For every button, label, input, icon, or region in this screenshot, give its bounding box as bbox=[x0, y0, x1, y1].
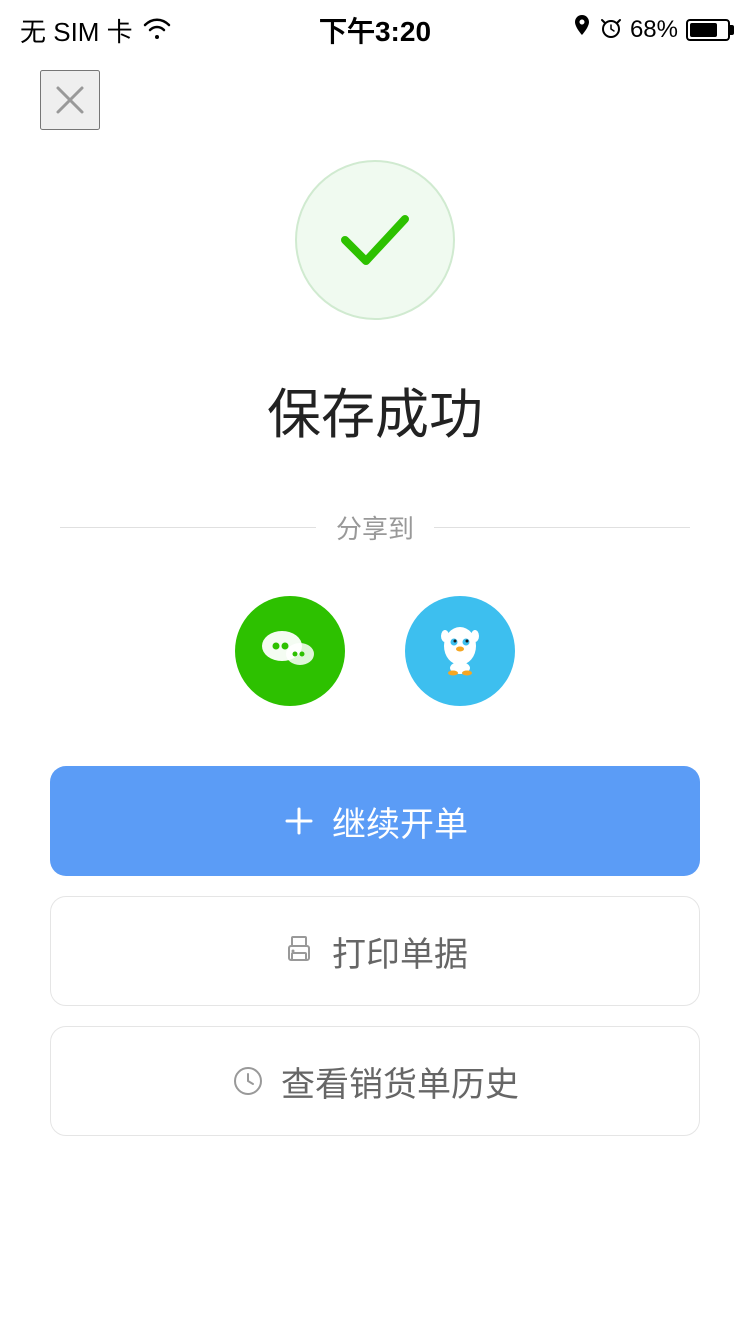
checkmark-icon bbox=[330, 195, 420, 285]
alarm-icon bbox=[600, 15, 622, 46]
location-icon bbox=[572, 15, 592, 46]
history-button[interactable]: 查看销货单历史 bbox=[50, 1026, 700, 1136]
status-time: 下午3:20 bbox=[319, 10, 431, 50]
success-circle bbox=[295, 160, 455, 320]
main-content: 保存成功 分享到 bbox=[0, 60, 750, 1136]
share-section: 分享到 bbox=[0, 509, 750, 706]
printer-icon bbox=[282, 934, 316, 968]
share-divider: 分享到 bbox=[60, 509, 690, 546]
status-right: 68% bbox=[572, 15, 730, 46]
no-sim-text: 无 SIM 卡 bbox=[20, 12, 133, 49]
close-button[interactable] bbox=[40, 70, 100, 130]
battery-percent: 68% bbox=[630, 16, 678, 44]
continue-label: 继续开单 bbox=[332, 797, 468, 846]
qq-icon bbox=[425, 616, 495, 686]
continue-button[interactable]: 继续开单 bbox=[50, 766, 700, 876]
clock-icon bbox=[231, 1064, 265, 1098]
status-bar: 无 SIM 卡 下午3:20 68% bbox=[0, 0, 750, 60]
print-label: 打印单据 bbox=[332, 927, 468, 976]
share-qq-button[interactable] bbox=[405, 596, 515, 706]
share-icons bbox=[60, 596, 690, 706]
action-buttons: 继续开单 打印单据 查看销货单历史 bbox=[0, 766, 750, 1136]
history-label: 查看销货单历史 bbox=[281, 1057, 519, 1106]
print-button[interactable]: 打印单据 bbox=[50, 896, 700, 1006]
success-title: 保存成功 bbox=[267, 370, 483, 449]
share-wechat-button[interactable] bbox=[235, 596, 345, 706]
status-left: 无 SIM 卡 bbox=[20, 12, 171, 49]
share-label: 分享到 bbox=[336, 509, 414, 546]
wechat-icon bbox=[255, 616, 325, 686]
plus-icon bbox=[282, 804, 316, 838]
wifi-icon bbox=[143, 15, 171, 46]
battery-icon bbox=[686, 19, 730, 41]
